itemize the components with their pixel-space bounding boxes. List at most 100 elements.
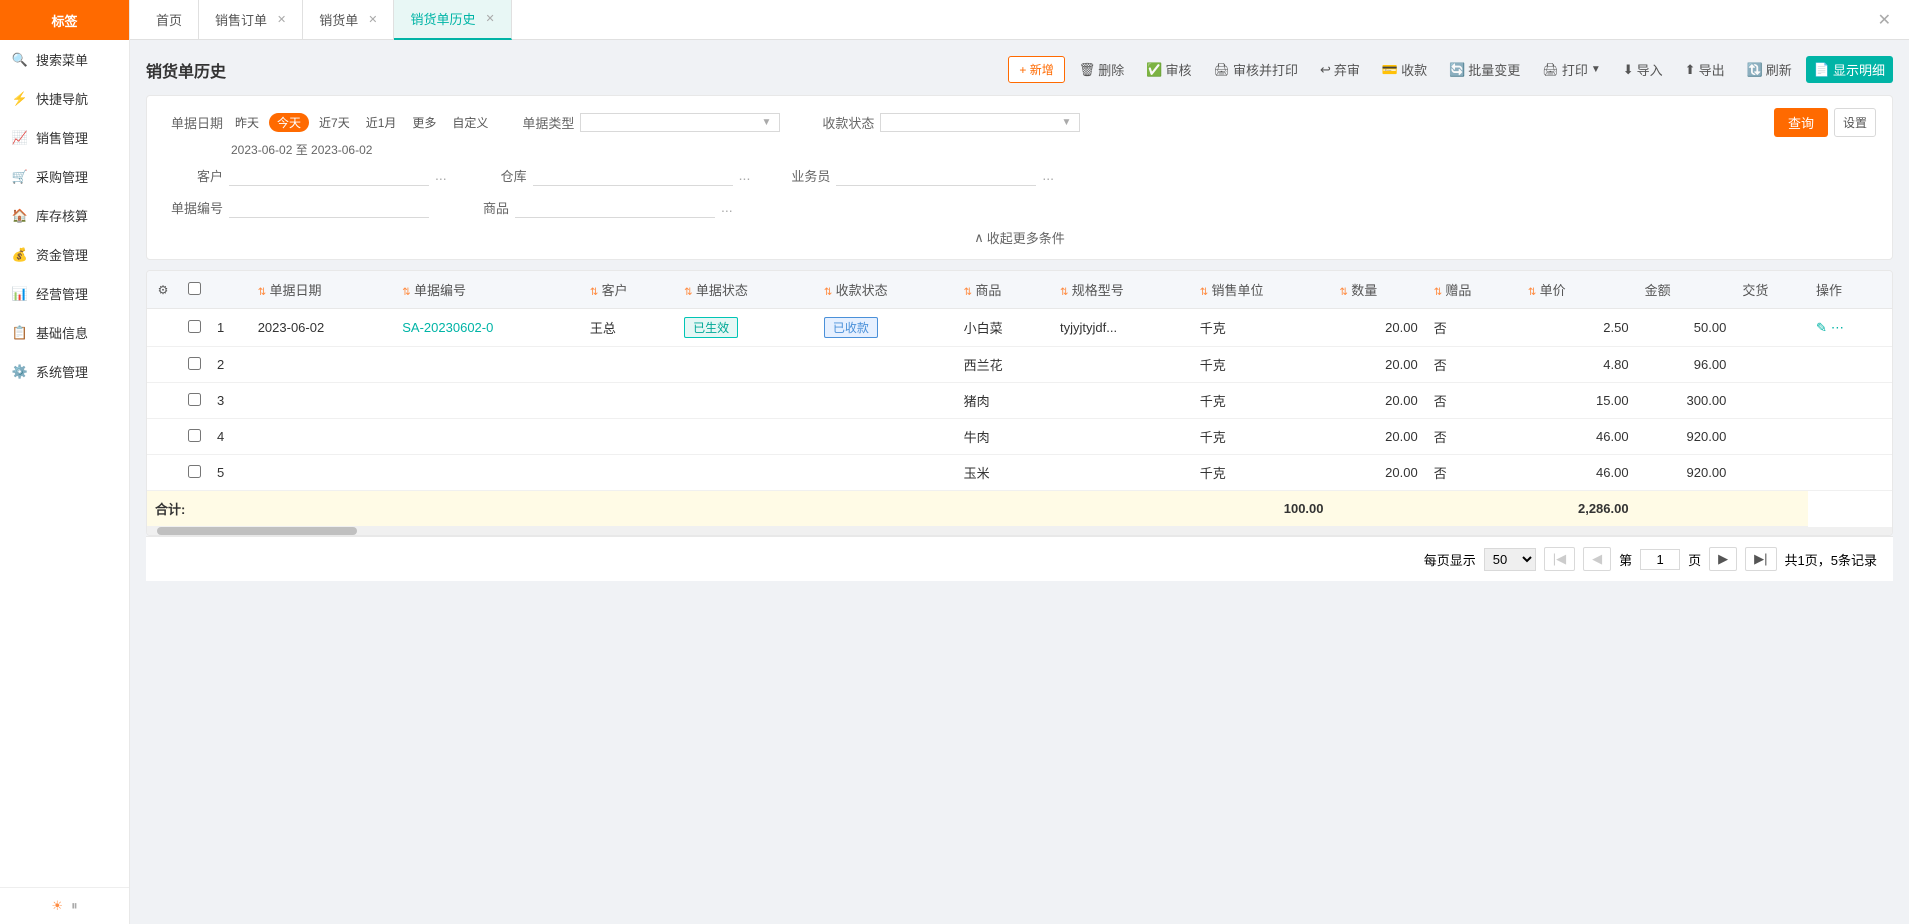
per-page-select[interactable]: 50 20 100 — [1484, 548, 1536, 571]
row-doc-no[interactable] — [394, 347, 582, 383]
table-header-spec[interactable]: ⇅ 规格型号 — [1052, 271, 1192, 309]
row-doc-no[interactable] — [394, 383, 582, 419]
collect-status-chevron: ▼ — [1062, 117, 1072, 128]
row-select-checkbox[interactable] — [188, 393, 201, 406]
warehouse-input[interactable] — [533, 164, 733, 186]
sidebar-pause-icon[interactable]: ⏸ — [71, 898, 78, 914]
row-unit: 千克 — [1192, 383, 1332, 419]
row-customer — [582, 455, 676, 491]
query-button[interactable]: 查询 — [1774, 108, 1828, 137]
date-tag-7days[interactable]: 近7天 — [313, 113, 356, 132]
more-button[interactable]: ⋯ — [1831, 320, 1844, 335]
row-doc-date — [250, 347, 395, 383]
row-select-checkbox[interactable] — [188, 465, 201, 478]
sidebar-item-finance[interactable]: 💰 资金管理 — [0, 235, 129, 274]
delete-button[interactable]: 🗑 删除 — [1071, 56, 1133, 83]
abandon-button[interactable]: ↩ 弃审 — [1312, 56, 1368, 83]
doc-no-input[interactable] — [229, 196, 429, 218]
page-number-input[interactable] — [1640, 549, 1680, 570]
row-customer — [582, 383, 676, 419]
row-gear — [147, 383, 179, 419]
collect-button[interactable]: 💳 收款 — [1374, 56, 1435, 83]
date-tag-more[interactable]: 更多 — [406, 113, 442, 132]
table-header-qty[interactable]: ⇅ 数量 — [1332, 271, 1426, 309]
new-button[interactable]: + 新增 — [1008, 56, 1064, 83]
table-header-checkbox[interactable] — [179, 271, 209, 309]
table-header-gear[interactable]: ⚙ — [147, 271, 179, 309]
audit-button[interactable]: ✅ 审核 — [1138, 56, 1199, 83]
sidebar-item-system[interactable]: ⚙️ 系统管理 — [0, 352, 129, 391]
tab-home[interactable]: 首页 — [140, 0, 199, 40]
row-checkbox[interactable] — [179, 347, 209, 383]
row-doc-date — [250, 455, 395, 491]
table-header-collect-status[interactable]: ⇅ 收款状态 — [816, 271, 956, 309]
row-select-checkbox[interactable] — [188, 320, 201, 333]
table-header-customer[interactable]: ⇅ 客户 — [582, 271, 676, 309]
refresh-button[interactable]: 🔃 刷新 — [1739, 56, 1800, 83]
row-doc-no[interactable]: SA-20230602-0 — [394, 309, 582, 347]
sidebar-item-sales[interactable]: 📈 销售管理 — [0, 118, 129, 157]
sidebar-item-inventory[interactable]: 🏠 库存核算 — [0, 196, 129, 235]
collect-status-select[interactable]: ▼ — [880, 113, 1080, 132]
last-page-button[interactable]: ▶| — [1745, 547, 1776, 571]
tab-sales-order[interactable]: 销售订单 ✕ — [199, 0, 303, 40]
scrollbar-thumb[interactable] — [157, 527, 357, 535]
sidebar-item-purchase[interactable]: 🛒 采购管理 — [0, 157, 129, 196]
staff-input[interactable] — [836, 164, 1036, 186]
row-checkbox[interactable] — [179, 383, 209, 419]
export-button[interactable]: ⬆ 导出 — [1677, 56, 1733, 83]
table-header-doc-no[interactable]: ⇅ 单据编号 — [394, 271, 582, 309]
row-doc-no[interactable] — [394, 419, 582, 455]
print-button[interactable]: 🖨 打印 ▼ — [1534, 56, 1608, 83]
table-header-price[interactable]: ⇅ 单价 — [1520, 271, 1637, 309]
edit-button[interactable]: ✎ — [1816, 320, 1827, 335]
tab-sales-goods[interactable]: 销货单 ✕ — [303, 0, 394, 40]
show-detail-button[interactable]: 📄 显示明细 — [1806, 56, 1893, 83]
tab-sales-history-close[interactable]: ✕ — [486, 12, 495, 25]
customer-dots[interactable]: ... — [435, 167, 447, 183]
row-checkbox[interactable] — [179, 455, 209, 491]
row-doc-no[interactable] — [394, 455, 582, 491]
sidebar-item-search-menu[interactable]: 🔍 搜索菜单 — [0, 40, 129, 79]
goods-input[interactable] — [515, 196, 715, 218]
date-tag-custom[interactable]: 自定义 — [446, 113, 494, 132]
settings-button[interactable]: 设置 — [1834, 108, 1876, 137]
import-button[interactable]: ⬇ 导入 — [1615, 56, 1671, 83]
warehouse-dots[interactable]: ... — [739, 167, 751, 183]
first-page-button[interactable]: |◀ — [1544, 547, 1575, 571]
row-select-checkbox[interactable] — [188, 429, 201, 442]
next-page-button[interactable]: ▶ — [1709, 547, 1737, 571]
collapse-button[interactable]: ∧ 收起更多条件 — [974, 228, 1065, 247]
table-header-goods[interactable]: ⇅ 商品 — [956, 271, 1052, 309]
sidebar-item-basic-info[interactable]: 📋 基础信息 — [0, 313, 129, 352]
row-price: 15.00 — [1520, 383, 1637, 419]
tab-close-all[interactable]: ✕ — [1870, 10, 1899, 30]
sidebar-item-operations[interactable]: 📊 经营管理 — [0, 274, 129, 313]
select-all-checkbox[interactable] — [188, 282, 201, 295]
tab-sales-order-close[interactable]: ✕ — [277, 13, 286, 26]
sidebar-sun-icon[interactable]: ☀ — [51, 898, 63, 914]
customer-input[interactable] — [229, 164, 429, 186]
table-header-gift[interactable]: ⇅ 赠品 — [1426, 271, 1520, 309]
goods-dots[interactable]: ... — [721, 199, 733, 215]
date-tag-yesterday[interactable]: 昨天 — [229, 113, 265, 132]
tab-sales-history[interactable]: 销货单历史 ✕ — [394, 0, 511, 40]
staff-dots[interactable]: ... — [1042, 167, 1054, 183]
table-header-doc-status[interactable]: ⇅ 单据状态 — [676, 271, 816, 309]
batch-change-button[interactable]: 🔄 批量变更 — [1441, 56, 1528, 83]
row-amount: 50.00 — [1637, 309, 1735, 347]
row-select-checkbox[interactable] — [188, 357, 201, 370]
date-tag-1month[interactable]: 近1月 — [360, 113, 403, 132]
row-checkbox[interactable] — [179, 309, 209, 347]
table-scrollbar[interactable] — [147, 527, 1892, 535]
prev-page-button[interactable]: ◀ — [1583, 547, 1611, 571]
date-tag-today[interactable]: 今天 — [269, 113, 309, 132]
row-checkbox[interactable] — [179, 419, 209, 455]
table-row: 3 猪肉 千克 20.00 否 15.00 300.00 — [147, 383, 1892, 419]
table-header-unit[interactable]: ⇅ 销售单位 — [1192, 271, 1332, 309]
sidebar-item-quick-nav[interactable]: ⚡ 快捷导航 — [0, 79, 129, 118]
table-header-doc-date[interactable]: ⇅ 单据日期 — [250, 271, 395, 309]
audit-print-button[interactable]: 🖨 审核并打印 — [1205, 56, 1306, 83]
doc-type-select[interactable]: ▼ — [580, 113, 780, 132]
tab-sales-goods-close[interactable]: ✕ — [368, 13, 377, 26]
